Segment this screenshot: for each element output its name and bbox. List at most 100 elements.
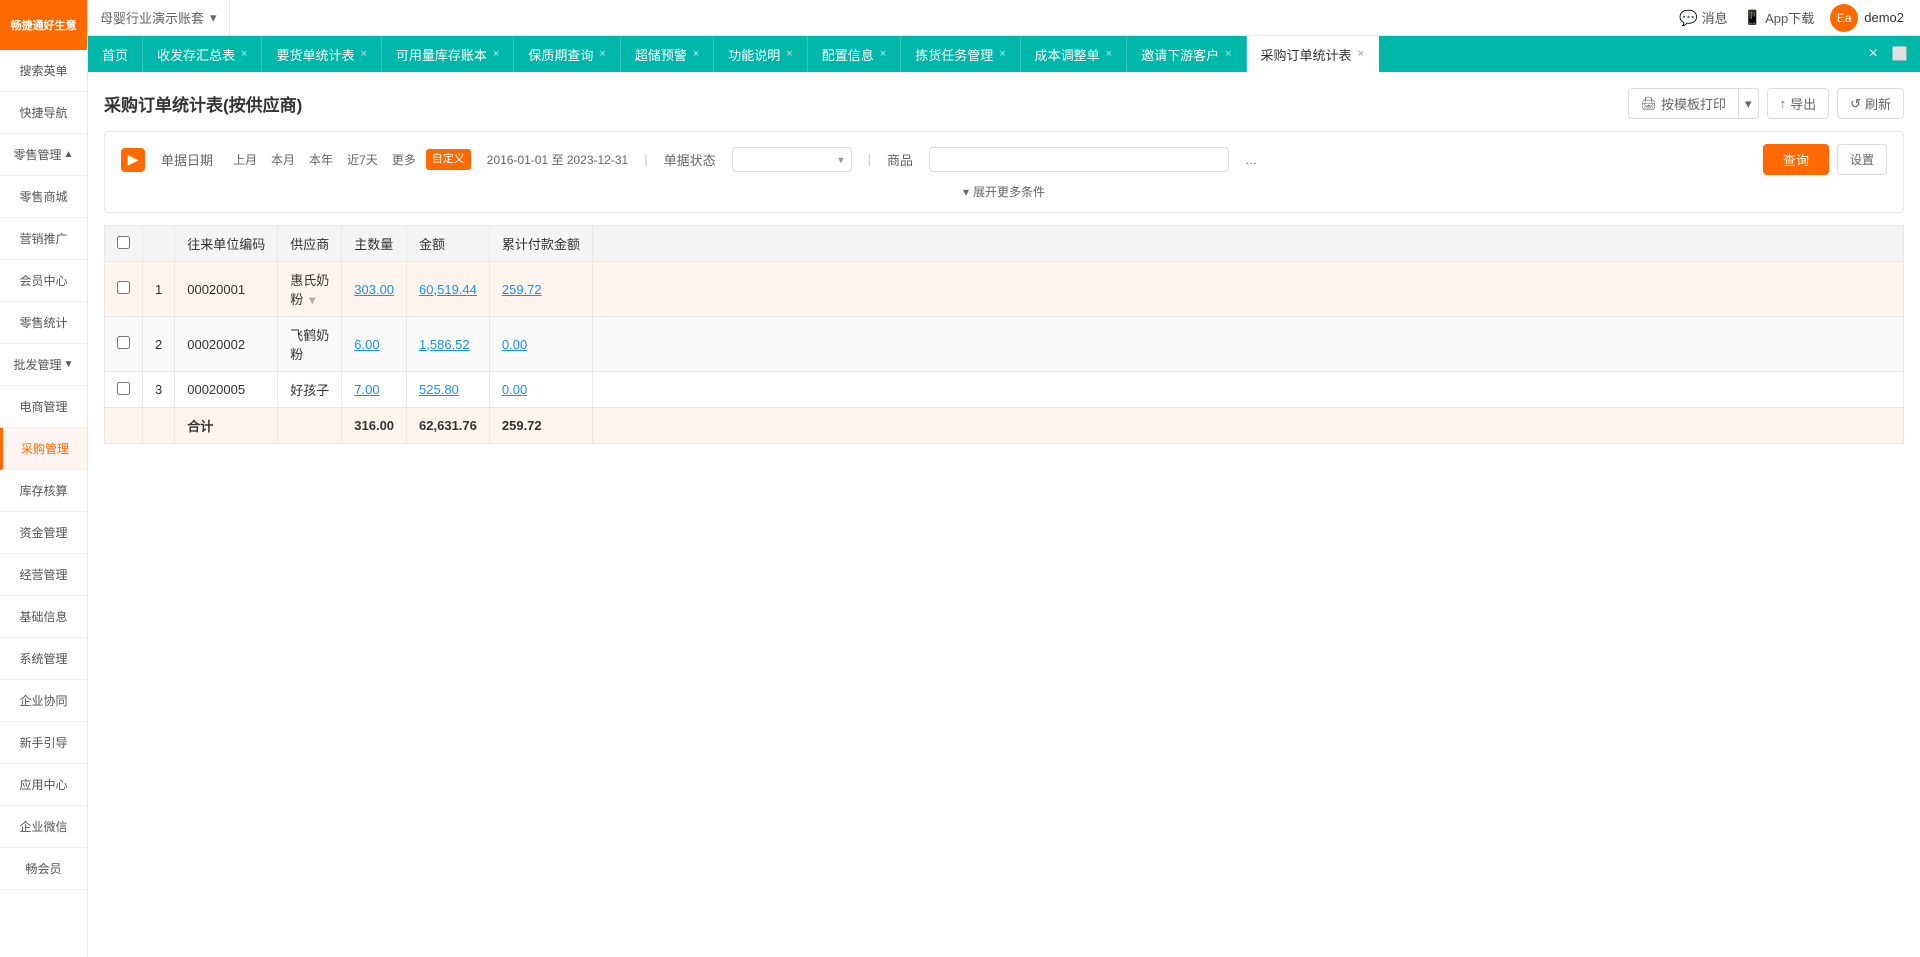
user-profile-btn[interactable]: Ea demo2 [1830, 4, 1904, 32]
refresh-btn[interactable]: ↺ 刷新 [1837, 88, 1904, 119]
close-icon[interactable]: × [999, 48, 1005, 60]
chevron-icon: ▲ [64, 149, 74, 160]
print-btn-group: 🖨 按模板打印 ▾ [1628, 88, 1759, 119]
sidebar-item-retail-shop[interactable]: 零售商城 [0, 176, 87, 218]
close-icon[interactable]: × [1106, 48, 1112, 60]
tab-receive-summary[interactable]: 收发存汇总表 × [143, 36, 262, 72]
close-icon[interactable]: × [1358, 48, 1364, 60]
message-btn[interactable]: 💬 消息 [1679, 8, 1728, 27]
page-content: 采购订单统计表(按供应商) 🖨 按模板打印 ▾ ↑ 导出 [88, 72, 1920, 957]
sidebar-item-retail-stats[interactable]: 零售统计 [0, 302, 87, 344]
row-quantity[interactable]: 6.00 [342, 317, 407, 372]
sidebar-item-wholesale[interactable]: 批发管理 ▼ [0, 344, 87, 386]
shortcut-7days[interactable]: 近7天 [343, 149, 382, 170]
close-icon[interactable]: × [1225, 48, 1231, 60]
expand-more-btn[interactable]: ▾ 展开更多条件 [963, 183, 1045, 200]
custom-date-badge[interactable]: 自定义 [426, 149, 471, 170]
sidebar-item-label: 新手引导 [19, 736, 67, 750]
row-checkbox[interactable] [117, 281, 130, 294]
close-all-tabs-btn[interactable]: × [1864, 41, 1881, 67]
download-icon: 📱 [1744, 9, 1761, 26]
row-amount[interactable]: 60,519.44 [407, 262, 490, 317]
row-paid[interactable]: 0.00 [489, 372, 592, 408]
sidebar-item-vip[interactable]: 畅会员 [0, 848, 87, 890]
sidebar-item-finance[interactable]: 资金管理 [0, 512, 87, 554]
page-title: 采购订单统计表(按供应商) [104, 91, 302, 116]
tab-config-info[interactable]: 配置信息 × [808, 36, 901, 72]
row-paid[interactable]: 259.72 [489, 262, 592, 317]
sidebar-item-marketing[interactable]: 营销推广 [0, 218, 87, 260]
sidebar-item-quicknav[interactable]: 快捷导航 [0, 92, 87, 134]
sidebar-item-basic[interactable]: 基础信息 [0, 596, 87, 638]
tab-label: 首页 [102, 45, 128, 64]
close-icon[interactable]: × [360, 48, 366, 60]
close-icon[interactable]: × [493, 48, 499, 60]
row-checkbox[interactable] [117, 382, 130, 395]
refresh-label: 刷新 [1865, 94, 1891, 113]
sidebar-item-appcenter[interactable]: 应用中心 [0, 764, 87, 806]
sidebar-item-newbie[interactable]: 新手引导 [0, 722, 87, 764]
tab-requisition-stats[interactable]: 要货单统计表 × [262, 36, 381, 72]
nav-title-area: 母婴行业演示账套 ▾ [88, 0, 230, 35]
filter-toggle-btn[interactable]: ▶ [121, 148, 145, 172]
row-quantity[interactable]: 303.00 [342, 262, 407, 317]
restore-window-btn[interactable]: ⬜ [1888, 42, 1912, 66]
shortcut-this-month[interactable]: 本月 [267, 149, 299, 170]
row-amount[interactable]: 1,586.52 [407, 317, 490, 372]
tab-invite-downstream[interactable]: 邀请下游客户 × [1127, 36, 1246, 72]
print-dropdown-btn[interactable]: ▾ [1739, 91, 1758, 117]
sidebar-item-label: 系统管理 [19, 652, 67, 666]
close-icon[interactable]: × [880, 48, 886, 60]
tab-available-stock[interactable]: 可用量库存账本 × [382, 36, 514, 72]
tab-overstock-warning[interactable]: 超储预警 × [621, 36, 714, 72]
nav-dropdown-icon[interactable]: ▾ [210, 10, 217, 26]
tab-label: 要货单统计表 [276, 45, 354, 64]
shortcut-more[interactable]: 更多 [388, 149, 420, 170]
close-icon[interactable]: × [599, 48, 605, 60]
col-amount: 金额 [407, 226, 490, 262]
status-select[interactable] [732, 147, 852, 172]
sidebar-item-search[interactable]: 搜索英单 [0, 50, 87, 92]
main-area: 母婴行业演示账套 ▾ 💬 消息 📱 App下载 Ea demo2 首页 [88, 0, 1920, 957]
tab-home[interactable]: 首页 [88, 36, 143, 72]
sidebar-item-inventory[interactable]: 库存核算 [0, 470, 87, 512]
status-filter-label: 单据状态 [664, 150, 716, 169]
close-icon[interactable]: × [693, 48, 699, 60]
row-checkbox[interactable] [117, 336, 130, 349]
sidebar-item-ops[interactable]: 经营管理 [0, 554, 87, 596]
sidebar-item-label: 经营管理 [19, 568, 67, 582]
expand-more-row: ▾ 展开更多条件 [121, 183, 1887, 200]
app-download-btn[interactable]: 📱 App下载 [1744, 8, 1815, 27]
sidebar-item-ecommerce[interactable]: 电商管理 [0, 386, 87, 428]
print-template-btn[interactable]: 🖨 按模板打印 [1629, 89, 1740, 118]
status-select-wrapper [732, 147, 852, 172]
sidebar-item-enterprise[interactable]: 企业协同 [0, 680, 87, 722]
close-icon[interactable]: × [241, 48, 247, 60]
more-filter-icon[interactable]: … [1245, 153, 1257, 167]
select-all-checkbox[interactable] [117, 236, 130, 249]
shortcut-this-year[interactable]: 本年 [305, 149, 337, 170]
shortcut-last-month[interactable]: 上月 [229, 149, 261, 170]
footer-index-cell [143, 408, 175, 444]
tab-purchase-stats[interactable]: 采购订单统计表 × [1247, 36, 1379, 72]
sidebar-item-purchase[interactable]: 采购管理 [0, 428, 87, 470]
sidebar-item-member[interactable]: 会员中心 [0, 260, 87, 302]
goods-input[interactable] [929, 147, 1229, 172]
settings-btn[interactable]: 设置 [1837, 144, 1887, 175]
tab-expiry-query[interactable]: 保质期查询 × [514, 36, 620, 72]
tab-function-desc[interactable]: 功能说明 × [714, 36, 807, 72]
row-amount[interactable]: 525.80 [407, 372, 490, 408]
row-quantity[interactable]: 7.00 [342, 372, 407, 408]
sidebar-item-retail-mgmt[interactable]: 零售管理 ▲ [0, 134, 87, 176]
tab-bar: 首页 收发存汇总表 × 要货单统计表 × 可用量库存账本 × 保质期查询 × 超… [88, 36, 1920, 72]
tab-cost-adjust[interactable]: 成本调整单 × [1021, 36, 1127, 72]
sidebar-item-label: 会员中心 [19, 274, 67, 288]
col-index [143, 226, 175, 262]
export-btn[interactable]: ↑ 导出 [1767, 88, 1830, 119]
tab-picking-task[interactable]: 拣货任务管理 × [901, 36, 1020, 72]
sidebar-item-system[interactable]: 系统管理 [0, 638, 87, 680]
close-icon[interactable]: × [786, 48, 792, 60]
sidebar-item-wechat[interactable]: 企业微信 [0, 806, 87, 848]
row-paid[interactable]: 0.00 [489, 317, 592, 372]
query-btn[interactable]: 查询 [1763, 144, 1829, 175]
